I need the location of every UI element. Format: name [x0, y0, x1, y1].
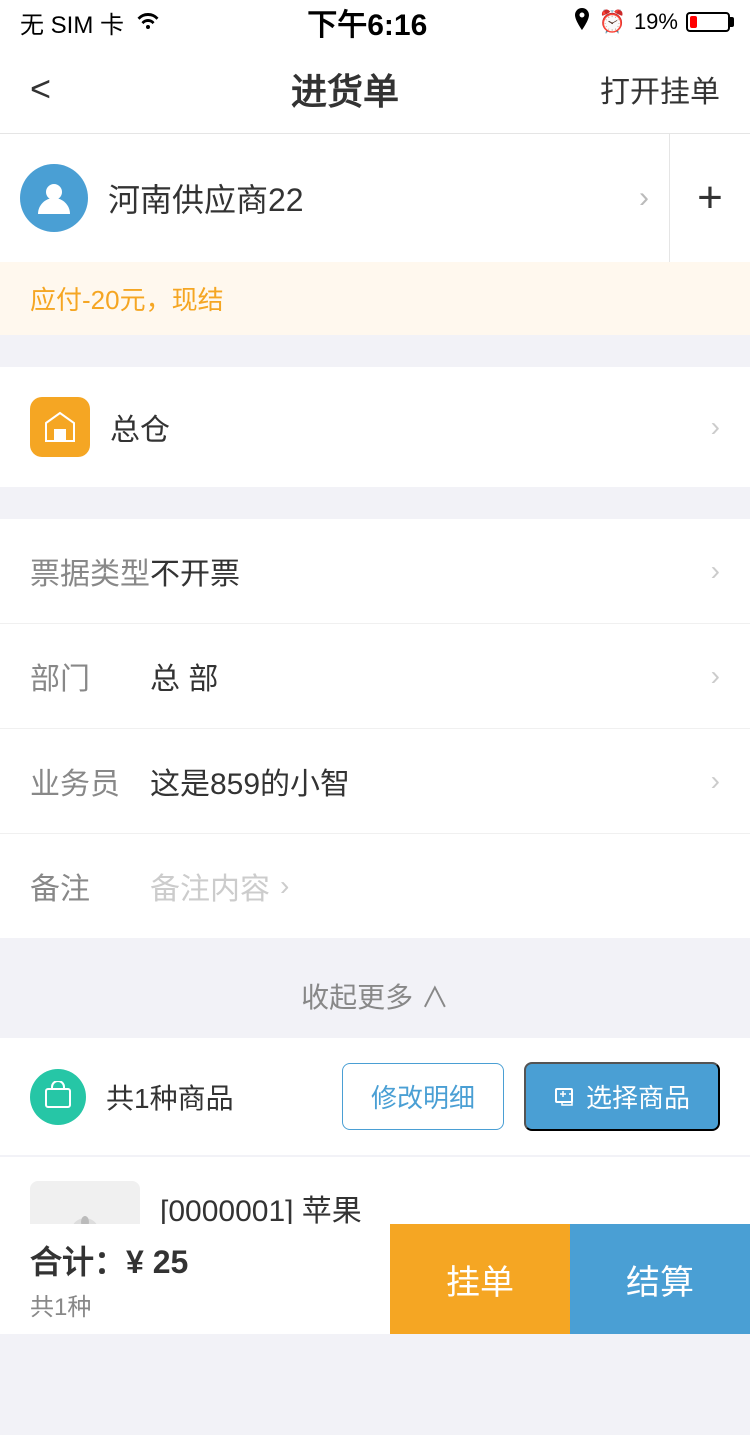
warehouse-chevron-icon: ›	[711, 411, 720, 443]
supplier-row: 河南供应商22 › +	[0, 134, 750, 262]
add-supplier-button[interactable]: +	[670, 134, 750, 262]
field-chevron-icon: ›	[280, 870, 289, 902]
carrier-text: 无 SIM 卡	[20, 5, 124, 40]
fields-container: 票据类型 不开票 › 部门 总 部 › 业务员 这是859的小智 › 备注 备注…	[0, 519, 750, 938]
product-count-icon	[30, 1069, 86, 1125]
battery-text: 19%	[634, 9, 678, 35]
open-hang-button[interactable]: 打开挂单	[600, 67, 720, 111]
hang-button[interactable]: 挂单	[390, 1224, 570, 1334]
status-left: 无 SIM 卡	[20, 5, 162, 40]
location-icon	[573, 8, 591, 36]
alarm-icon: ⏰	[599, 9, 626, 35]
field-value: 总 部	[150, 654, 701, 698]
product-count-text: 共1种商品	[106, 1077, 322, 1117]
field-row-0[interactable]: 票据类型 不开票 ›	[0, 519, 750, 623]
field-value: 这是859的小智	[150, 759, 701, 803]
field-row-2[interactable]: 业务员 这是859的小智 ›	[0, 728, 750, 833]
modify-detail-button[interactable]: 修改明细	[342, 1063, 504, 1130]
total-label: 合计：	[30, 1244, 126, 1280]
supplier-selector[interactable]: 河南供应商22 ›	[0, 134, 670, 262]
divider-1	[0, 351, 750, 367]
field-chevron-icon: ›	[711, 660, 720, 692]
field-chevron-icon: ›	[711, 555, 720, 587]
total-value: ¥ 25	[126, 1244, 188, 1280]
field-label: 票据类型	[30, 549, 150, 593]
back-button[interactable]: <	[30, 68, 90, 110]
field-row-3[interactable]: 备注 备注内容 ›	[0, 833, 750, 938]
field-row-1[interactable]: 部门 总 部 ›	[0, 623, 750, 728]
status-right: ⏰ 19%	[573, 8, 730, 36]
warehouse-name: 总仓	[110, 405, 701, 449]
field-label: 备注	[30, 864, 150, 908]
supplier-name: 河南供应商22	[108, 175, 629, 221]
field-label: 业务员	[30, 759, 150, 803]
field-label: 部门	[30, 654, 150, 698]
products-header: 共1种商品 修改明细 选择商品	[0, 1038, 750, 1155]
supplier-chevron-icon: ›	[639, 181, 649, 215]
total-count: 共1种	[30, 1287, 360, 1322]
field-chevron-icon: ›	[711, 765, 720, 797]
checkout-button[interactable]: 结算	[570, 1224, 750, 1334]
field-value: 不开票	[150, 549, 701, 593]
total-amount: 合计：¥ 25	[30, 1237, 360, 1283]
supplier-avatar	[20, 164, 88, 232]
status-time: 下午6:16	[307, 0, 427, 44]
supplier-section: 河南供应商22 › + 应付-20元，现结	[0, 134, 750, 335]
warehouse-icon	[30, 397, 90, 457]
fields-card: 票据类型 不开票 › 部门 总 部 › 业务员 这是859的小智 › 备注 备注…	[0, 519, 750, 938]
wifi-icon	[134, 8, 162, 36]
collapse-button[interactable]: 收起更多 ∧	[0, 954, 750, 1038]
select-product-button[interactable]: 选择商品	[524, 1062, 720, 1131]
warehouse-row[interactable]: 总仓 ›	[0, 367, 750, 487]
notice-bar: 应付-20元，现结	[0, 262, 750, 335]
battery-icon	[686, 12, 730, 32]
status-bar: 无 SIM 卡 下午6:16 ⏰ 19%	[0, 0, 750, 44]
nav-bar: < 进货单 打开挂单	[0, 44, 750, 134]
select-product-label: 选择商品	[586, 1078, 690, 1115]
divider-2	[0, 503, 750, 519]
field-placeholder: 备注内容	[150, 864, 270, 908]
total-section: 合计：¥ 25 共1种	[0, 1237, 390, 1322]
bottom-bar: 合计：¥ 25 共1种 挂单 结算	[0, 1224, 750, 1334]
page-title: 进货单	[291, 63, 399, 115]
